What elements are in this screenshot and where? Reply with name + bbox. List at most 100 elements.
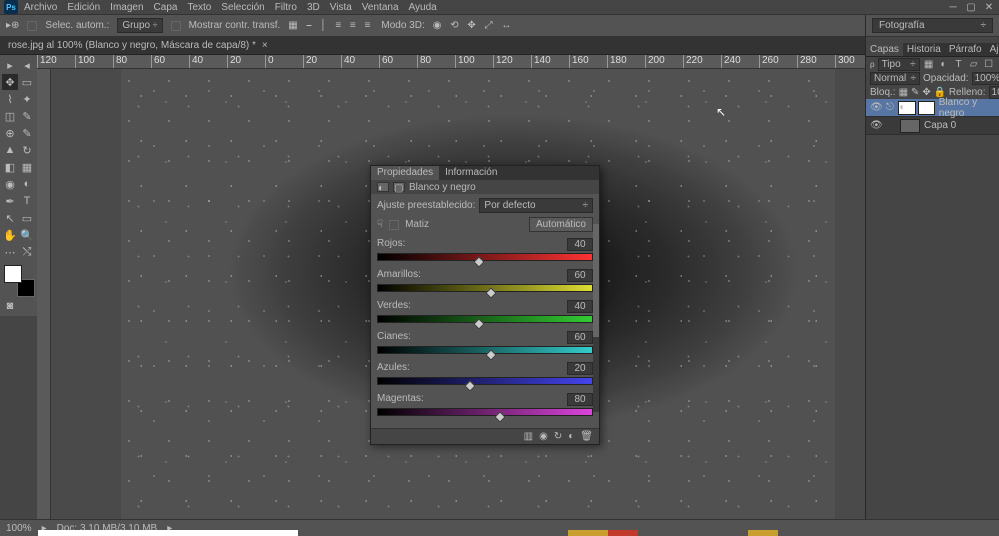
slider-knob[interactable] xyxy=(486,287,497,298)
slider-track[interactable] xyxy=(377,408,593,416)
layer-bw[interactable]: 👁 ⎋ ◐ Blanco y negro xyxy=(866,99,999,117)
slider-value[interactable] xyxy=(567,300,593,313)
menu-layer[interactable]: Capa xyxy=(154,2,178,13)
auto-button[interactable]: Automático xyxy=(529,217,593,232)
slider-track[interactable] xyxy=(377,315,593,323)
slider-knob[interactable] xyxy=(486,349,497,360)
filter-image-icon[interactable]: ▦ xyxy=(923,59,935,70)
lasso-tool[interactable]: ⌇ xyxy=(2,91,18,107)
close-icon[interactable]: ✕ xyxy=(983,2,995,13)
menu-edit[interactable]: Edición xyxy=(67,2,100,13)
tint-checkbox[interactable] xyxy=(389,220,399,230)
document-tab[interactable]: rose.jpg al 100% (Blanco y negro, Máscar… xyxy=(0,37,999,55)
menu-image[interactable]: Imagen xyxy=(110,2,143,13)
zoom-level[interactable]: 100% xyxy=(6,523,32,534)
close-tab-icon[interactable]: × xyxy=(262,40,268,51)
filter-type-icon[interactable]: T xyxy=(953,59,965,70)
layer-bg[interactable]: 👁 Capa 0 xyxy=(866,117,999,135)
crop-tool[interactable]: ◫ xyxy=(2,108,18,124)
dodge-tool[interactable]: ◐ xyxy=(19,176,35,192)
tab-paragraph[interactable]: Párrafo xyxy=(945,43,986,56)
layer-thumb[interactable] xyxy=(900,119,920,133)
type-tool[interactable]: T xyxy=(19,193,35,209)
workspace-dropdown[interactable]: Fotografía÷ xyxy=(872,18,993,33)
delete-icon[interactable]: 🗑 xyxy=(580,431,593,442)
menu-text[interactable]: Texto xyxy=(187,2,211,13)
filter-shape-icon[interactable]: ▱ xyxy=(968,59,980,70)
slider-track[interactable] xyxy=(377,377,593,385)
marquee-tool[interactable]: ▭ xyxy=(19,74,35,90)
visibility-icon[interactable]: 👁 xyxy=(870,102,882,113)
toggle-visibility-icon[interactable]: ◐ xyxy=(568,431,574,442)
opacity-value[interactable]: 100% xyxy=(972,72,999,85)
filter-adj-icon[interactable]: ◐ xyxy=(938,59,950,70)
slider-knob[interactable] xyxy=(494,411,505,422)
blur-tool[interactable]: ◉ xyxy=(2,176,18,192)
preset-dropdown[interactable]: Por defecto÷ xyxy=(479,198,593,213)
menu-help[interactable]: Ayuda xyxy=(409,2,437,13)
tab-history[interactable]: Historia xyxy=(903,43,945,56)
reset-icon[interactable]: ↻ xyxy=(554,431,562,442)
menu-file[interactable]: Archivo xyxy=(24,2,57,13)
menu-view[interactable]: Vista xyxy=(330,2,352,13)
show-transform-checkbox[interactable] xyxy=(171,21,181,31)
color-swatches[interactable] xyxy=(4,265,35,297)
quickmask-icon[interactable]: ◙ xyxy=(2,298,18,314)
align-icons[interactable]: ▦ ⎯ │ ≡ ≡ ≡ xyxy=(288,20,373,31)
slider-knob[interactable] xyxy=(473,318,484,329)
menu-filter[interactable]: Filtro xyxy=(275,2,297,13)
collapse-icon[interactable]: ◂ xyxy=(19,57,35,73)
menu-3d[interactable]: 3D xyxy=(307,2,320,13)
wand-tool[interactable]: ✦ xyxy=(19,91,35,107)
lock-move-icon[interactable]: ✥ xyxy=(922,87,930,98)
layer-filter-dropdown[interactable]: Tipo÷ xyxy=(878,58,920,71)
foreground-color[interactable] xyxy=(4,265,22,283)
stamp-tool[interactable]: ▲ xyxy=(2,142,18,158)
eyedropper-tool[interactable]: ✎ xyxy=(19,108,35,124)
auto-select-dropdown[interactable]: Grupo ÷ xyxy=(117,18,162,33)
slider-knob[interactable] xyxy=(464,380,475,391)
tab-layers[interactable]: Capas xyxy=(866,43,903,56)
view-previous-icon[interactable]: ◉ xyxy=(539,431,548,442)
menu-select[interactable]: Selección xyxy=(221,2,264,13)
slider-track[interactable] xyxy=(377,253,593,261)
visibility-icon[interactable]: 👁 xyxy=(870,120,882,131)
slider-knob[interactable] xyxy=(473,256,484,267)
expand-icon[interactable]: ▸ xyxy=(2,57,18,73)
blend-mode-dropdown[interactable]: Normal÷ xyxy=(870,72,920,85)
slider-value[interactable] xyxy=(567,238,593,251)
scrollbar[interactable] xyxy=(593,224,599,412)
hand-adjust-icon[interactable]: ☟ xyxy=(377,219,383,230)
eraser-tool[interactable]: ◧ xyxy=(2,159,18,175)
gradient-tool[interactable]: ▦ xyxy=(19,159,35,175)
mode-3d-icons[interactable]: ◉ ⟲ ✥ ⤢ ↔ xyxy=(433,20,515,31)
slider-track[interactable] xyxy=(377,346,593,354)
tab-adjust[interactable]: Ajustes xyxy=(986,43,999,56)
tab-info[interactable]: Información xyxy=(439,166,503,180)
slider-value[interactable] xyxy=(567,362,593,375)
history-brush-tool[interactable]: ↻ xyxy=(19,142,35,158)
maximize-icon[interactable]: ▢ xyxy=(965,2,977,13)
move-tool[interactable]: ✥ xyxy=(2,74,18,90)
auto-select-checkbox[interactable] xyxy=(27,21,37,31)
lock-pixels-icon[interactable]: ▦ xyxy=(899,87,908,98)
ruler-vertical[interactable] xyxy=(37,69,51,519)
filter-smart-icon[interactable]: ☐ xyxy=(983,59,995,70)
slider-track[interactable] xyxy=(377,284,593,292)
slider-value[interactable] xyxy=(567,393,593,406)
hand-tool[interactable]: ✋ xyxy=(2,227,18,243)
layer-thumb[interactable]: ◐ xyxy=(898,101,915,115)
layer-mask-thumb[interactable] xyxy=(918,101,935,115)
slider-value[interactable] xyxy=(567,269,593,282)
link-icon[interactable]: ⎋ xyxy=(886,102,894,113)
swap-colors-icon[interactable]: ⤭ xyxy=(19,244,35,260)
clip-icon[interactable]: ▥ xyxy=(524,431,533,442)
zoom-tool[interactable]: 🔍 xyxy=(19,227,35,243)
pen-tool[interactable]: ✒ xyxy=(2,193,18,209)
slider-value[interactable] xyxy=(567,331,593,344)
edit-toolbar-icon[interactable]: ⋯ xyxy=(2,244,18,260)
tab-properties[interactable]: Propiedades xyxy=(371,166,439,180)
menu-window[interactable]: Ventana xyxy=(362,2,399,13)
brush-tool[interactable]: ✎ xyxy=(19,125,35,141)
minimize-icon[interactable]: ─ xyxy=(947,2,959,13)
